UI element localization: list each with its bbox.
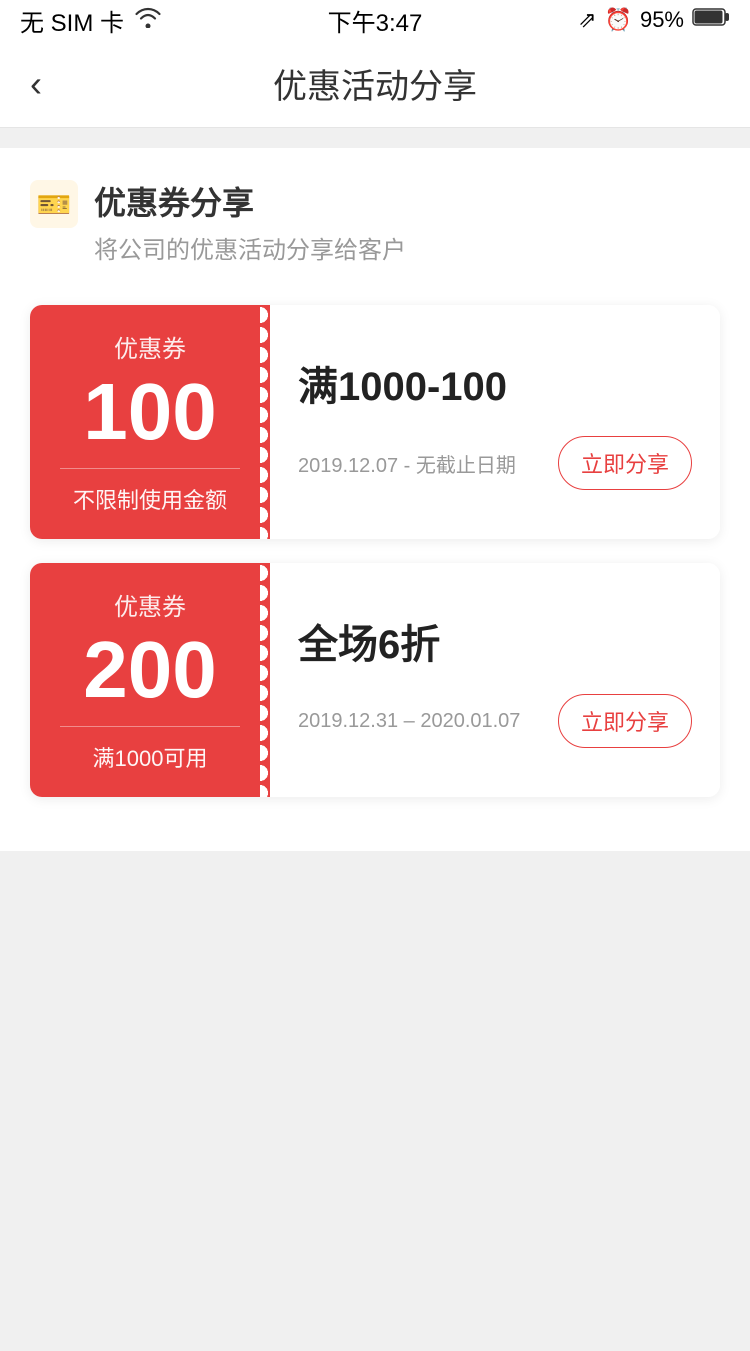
coupon-list: 优惠券 100 不限制使用金额 满1000-100 2019.12.07 - 无… [0,285,750,851]
status-left: 无 SIM 卡 [20,3,162,38]
coupon-amount-2: 200 [83,630,216,710]
battery-text: 95% [640,7,684,33]
coupon-right-1: 满1000-100 2019.12.07 - 无截止日期 立即分享 [270,305,720,539]
coupon-meta-1: 2019.12.07 - 无截止日期 立即分享 [298,436,692,490]
wifi-icon [134,6,162,35]
coupon-right-2: 全场6折 2019.12.31 – 2020.01.07 立即分享 [270,563,720,797]
page-title: 优惠活动分享 [273,59,477,108]
coupon-label-1: 优惠券 [114,329,186,364]
coupon-name-1: 满1000-100 [298,354,692,412]
battery-icon [692,7,730,33]
carrier-text: 无 SIM 卡 [20,3,124,38]
section-header: 🎫 优惠券分享 将公司的优惠活动分享给客户 [0,148,750,285]
coupon-label-2: 优惠券 [114,587,186,622]
section-subtitle: 将公司的优惠活动分享给客户 [94,230,406,265]
status-time: 下午3:47 [328,3,423,38]
coupon-condition-2: 满1000可用 [93,741,208,773]
coupon-amount-1: 100 [83,372,216,452]
coupon-left-2: 优惠券 200 满1000可用 [30,563,270,797]
nav-bar: ‹ 优惠活动分享 [0,40,750,128]
section-text: 优惠券分享 将公司的优惠活动分享给客户 [94,178,406,265]
back-button[interactable]: ‹ [30,63,42,105]
status-right: ⇗ ⏰ 95% [578,7,730,33]
share-button-2[interactable]: 立即分享 [558,694,692,748]
top-divider [0,128,750,148]
section-title: 优惠券分享 [94,178,406,224]
coupon-card-1: 优惠券 100 不限制使用金额 满1000-100 2019.12.07 - 无… [30,305,720,539]
coupon-name-2: 全场6折 [298,612,692,670]
coupon-condition-1: 不限制使用金额 [73,483,227,515]
coupon-left-1: 优惠券 100 不限制使用金额 [30,305,270,539]
location-icon: ⇗ [578,7,596,33]
coupon-divider-2 [60,726,240,727]
coupon-date-2: 2019.12.31 – 2020.01.07 [298,710,542,733]
coupon-divider-1 [60,468,240,469]
alarm-icon: ⏰ [605,7,632,33]
empty-area [0,851,750,1351]
svg-text:🎫: 🎫 [37,189,72,220]
share-button-1[interactable]: 立即分享 [558,436,692,490]
coupon-share-icon: 🎫 [30,180,78,228]
coupon-meta-2: 2019.12.31 – 2020.01.07 立即分享 [298,694,692,748]
coupon-date-1: 2019.12.07 - 无截止日期 [298,449,542,478]
coupon-card-2: 优惠券 200 满1000可用 全场6折 2019.12.31 – 2020.0… [30,563,720,797]
status-bar: 无 SIM 卡 下午3:47 ⇗ ⏰ 95% [0,0,750,40]
